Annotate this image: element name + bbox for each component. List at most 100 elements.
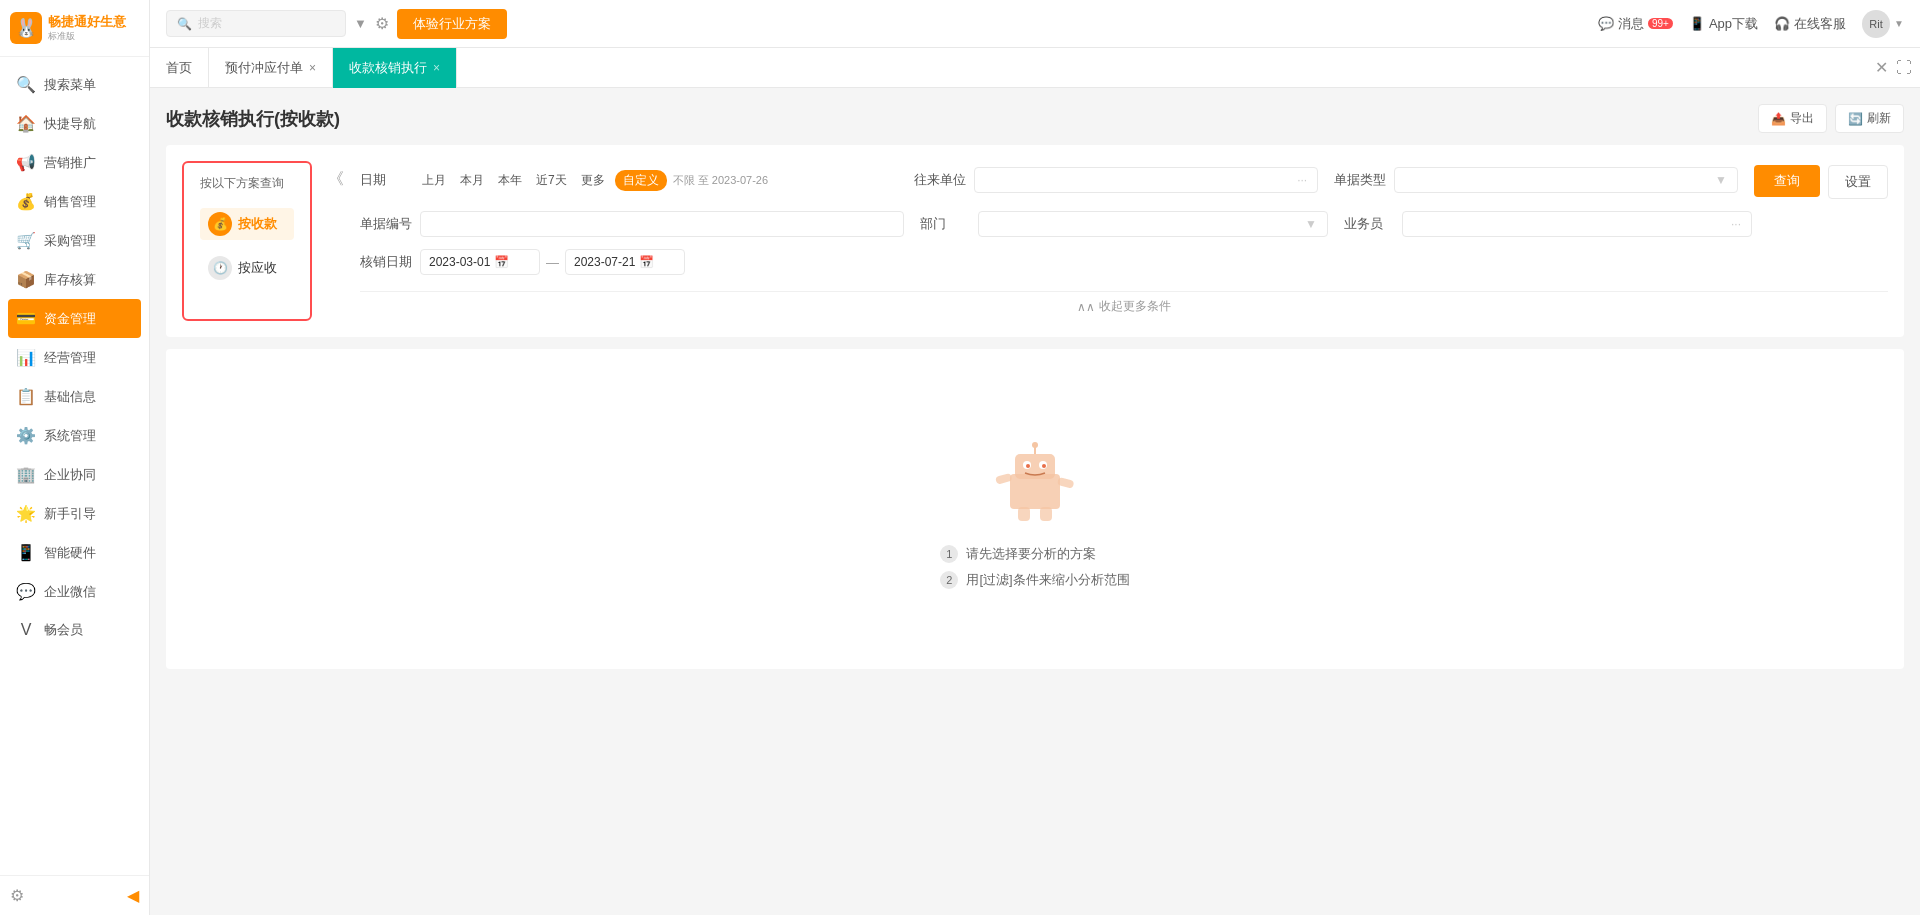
sidebar-item-system-label: 系统管理 [44,427,96,445]
filter-by-receipt-label: 按收款 [238,215,277,233]
sidebar-item-inventory-label: 库存核算 [44,271,96,289]
staff-ellipsis: ··· [1731,217,1741,231]
online-service-button[interactable]: 🎧 在线客服 [1774,15,1846,33]
filter-by-receipt-option[interactable]: 💰 按收款 [200,208,294,240]
counterpart-input[interactable]: ··· [974,167,1318,193]
messages-label: 消息 [1618,15,1644,33]
filter-by-receivable-option[interactable]: 🕐 按应收 [200,252,294,284]
inventory-nav-icon: 📦 [16,270,36,289]
verify-date-label: 核销日期 [360,253,412,271]
collapse-more-label: 收起更多条件 [1099,298,1171,315]
tabs-bar: 首页 预付冲应付单 × 收款核销执行 × ✕ ⛶ [150,48,1920,88]
sidebar-item-basic-info-label: 基础信息 [44,388,96,406]
table-area: 1 请先选择要分析的方案 2 用[过滤]条件来缩小分析范围 [166,349,1904,669]
sidebar-item-inventory[interactable]: 📦 库存核算 [0,260,149,299]
filter-container: 按以下方案查询 💰 按收款 🕐 按应收 《 日期 [166,145,1904,337]
online-service-label: 在线客服 [1794,15,1846,33]
refresh-button[interactable]: 🔄 刷新 [1835,104,1904,133]
header-right: 💬 消息 99+ 📱 App下载 🎧 在线客服 Rit ▼ [1598,10,1904,38]
tab-prepay[interactable]: 预付冲应付单 × [209,48,333,88]
hardware-nav-icon: 📱 [16,543,36,562]
sidebar-item-search-label: 搜索菜单 [44,76,96,94]
doc-num-label: 单据编号 [360,215,412,233]
close-tab-icon[interactable]: ✕ [1875,58,1888,77]
sidebar-item-system[interactable]: ⚙️ 系统管理 [0,416,149,455]
dept-dropdown-icon: ▼ [1305,217,1317,231]
counterpart-field: 往来单位 ··· [914,167,1318,193]
settings-bottom-icon[interactable]: ⚙ [10,886,24,905]
counterpart-ellipsis: ··· [1297,173,1307,187]
messages-button[interactable]: 💬 消息 99+ [1598,15,1673,33]
tab-verify-close[interactable]: × [433,61,440,75]
query-button[interactable]: 查询 [1754,165,1820,197]
sidebar-item-member[interactable]: V 畅会员 [0,611,149,649]
export-button[interactable]: 📤 导出 [1758,104,1827,133]
doc-num-field: 单据编号 [360,211,904,237]
sidebar-item-purchase[interactable]: 🛒 采购管理 [0,221,149,260]
app-download-button[interactable]: 📱 App下载 [1689,15,1758,33]
verify-date-start-value: 2023-03-01 [429,255,490,269]
more-date-btn[interactable]: 更多 [577,170,609,191]
settings-button[interactable]: 设置 [1828,165,1888,199]
date-label: 日期 [360,171,410,189]
sidebar-nav: 🔍 搜索菜单 🏠 快捷导航 📢 营销推广 💰 销售管理 🛒 采购管理 📦 库存核… [0,57,149,875]
staff-input[interactable]: ··· [1402,211,1752,237]
sidebar-item-quick-nav[interactable]: 🏠 快捷导航 [0,104,149,143]
last-month-btn[interactable]: 上月 [418,170,450,191]
sidebar-item-quick-nav-label: 快捷导航 [44,115,96,133]
filter-form: 日期 上月 本月 本年 近7天 更多 自定义 不限 至 2023-07-26 往… [360,161,1888,321]
this-year-btn[interactable]: 本年 [494,170,526,191]
verify-date-start-input[interactable]: 2023-03-01 📅 [420,249,540,275]
home-nav-icon: 🏠 [16,114,36,133]
doc-type-select[interactable]: ▼ [1394,167,1738,193]
doc-num-input[interactable] [420,211,904,237]
main-area: 🔍 搜索 ▼ ⚙ 体验行业方案 💬 消息 99+ 📱 App下载 🎧 在线客服 [150,0,1920,915]
logo-icon: 🐰 [10,12,42,44]
guide-nav-icon: 🌟 [16,504,36,523]
sidebar-item-basic-info[interactable]: 📋 基础信息 [0,377,149,416]
tab-prepay-label: 预付冲应付单 [225,59,303,77]
filter-actions-right: 查询 设置 [1754,161,1888,199]
verify-date-end-input[interactable]: 2023-07-21 📅 [565,249,685,275]
search-box[interactable]: 🔍 搜索 [166,10,346,37]
sidebar-item-sales[interactable]: 💰 销售管理 [0,182,149,221]
last7days-btn[interactable]: 近7天 [532,170,571,191]
tab-home[interactable]: 首页 [150,48,209,88]
search-placeholder: 搜索 [198,15,222,32]
sidebar-item-member-label: 畅会员 [44,621,83,639]
tab-verify[interactable]: 收款核销执行 × [333,48,457,88]
sidebar-item-finance[interactable]: 💳 资金管理 [8,299,141,338]
collapse-more-button[interactable]: ∧∧ 收起更多条件 [360,291,1888,321]
sidebar-item-enterprise[interactable]: 🏢 企业协同 [0,455,149,494]
download-icon: 📱 [1689,16,1705,31]
counterpart-label: 往来单位 [914,171,966,189]
headset-icon: 🎧 [1774,16,1790,31]
logo-text: 畅捷通好生意 标准版 [48,14,126,43]
maximize-tab-icon[interactable]: ⛶ [1896,59,1912,77]
svg-rect-11 [1040,507,1052,521]
empty-tip-1: 1 请先选择要分析的方案 [940,545,1129,563]
sidebar-item-hardware[interactable]: 📱 智能硬件 [0,533,149,572]
dept-select[interactable]: ▼ [978,211,1328,237]
user-avatar-button[interactable]: Rit ▼ [1862,10,1904,38]
this-month-btn[interactable]: 本月 [456,170,488,191]
svg-rect-8 [995,473,1013,485]
sidebar-item-search[interactable]: 🔍 搜索菜单 [0,65,149,104]
sidebar-item-wechat[interactable]: 💬 企业微信 [0,572,149,611]
sidebar-item-finance-label: 资金管理 [44,310,96,328]
dropdown-icon[interactable]: ▼ [354,16,367,31]
avatar: Rit [1862,10,1890,38]
sidebar-item-enterprise-label: 企业协同 [44,466,96,484]
industry-solution-button[interactable]: 体验行业方案 [397,9,507,39]
tab-prepay-close[interactable]: × [309,61,316,75]
custom-date-btn[interactable]: 自定义 [615,170,667,191]
sidebar-item-guide[interactable]: 🌟 新手引导 [0,494,149,533]
collapse-sidebar-icon[interactable]: ◀ [127,886,139,905]
collapse-filter-button[interactable]: 《 [324,165,348,194]
sidebar-item-marketing-label: 营销推广 [44,154,96,172]
settings-icon[interactable]: ⚙ [375,14,389,33]
export-icon: 📤 [1771,112,1786,126]
filter-row-3: 核销日期 2023-03-01 📅 — 2023-07-21 📅 [360,249,1888,275]
sidebar-item-marketing[interactable]: 📢 营销推广 [0,143,149,182]
sidebar-item-operations[interactable]: 📊 经营管理 [0,338,149,377]
